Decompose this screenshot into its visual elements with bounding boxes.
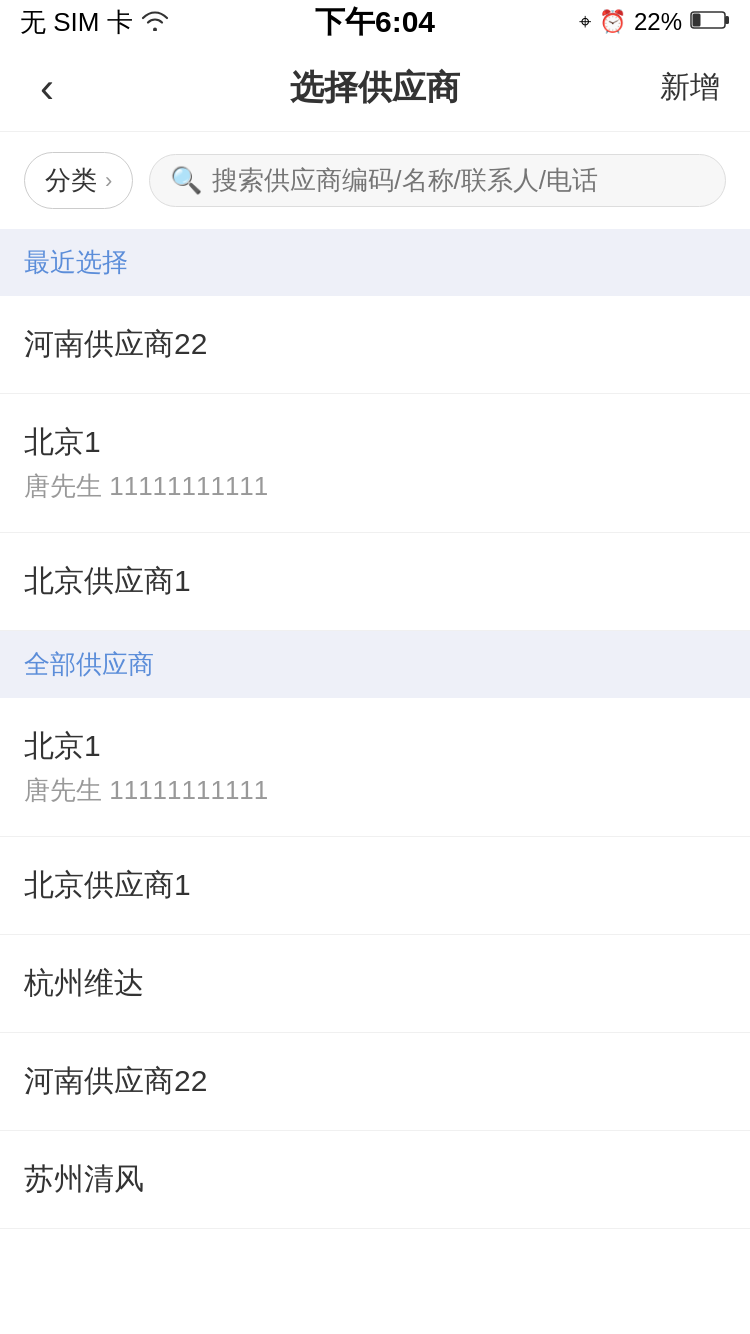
list-item[interactable]: 河南供应商22 bbox=[0, 1033, 750, 1131]
item-name: 河南供应商22 bbox=[24, 324, 726, 365]
svg-rect-2 bbox=[693, 14, 701, 27]
list-item[interactable]: 北京供应商1 bbox=[0, 533, 750, 631]
list-item[interactable]: 杭州维达 bbox=[0, 935, 750, 1033]
svg-rect-1 bbox=[725, 16, 729, 24]
back-button[interactable]: ‹ bbox=[30, 54, 64, 122]
item-name: 北京供应商1 bbox=[24, 865, 726, 906]
recent-section-label: 最近选择 bbox=[24, 247, 128, 277]
alarm-icon: ⏰ bbox=[599, 9, 626, 35]
status-right: ⌖ ⏰ 22% bbox=[579, 8, 730, 36]
chevron-right-icon: › bbox=[105, 168, 112, 194]
list-item[interactable]: 河南供应商22 bbox=[0, 296, 750, 394]
recent-section-header: 最近选择 bbox=[0, 229, 750, 296]
add-button[interactable]: 新增 bbox=[660, 67, 720, 108]
search-icon: 🔍 bbox=[170, 165, 202, 196]
all-list: 北京1 唐先生 11111111111 北京供应商1 杭州维达河南供应商22 苏州清风 bbox=[0, 698, 750, 1229]
item-sub: 唐先生 11111111111 bbox=[24, 469, 726, 504]
list-item[interactable]: 北京供应商1 bbox=[0, 837, 750, 935]
nav-bar: ‹ 选择供应商 新增 bbox=[0, 44, 750, 132]
status-bar: 无 SIM 卡 下午6:04 ⌖ ⏰ 22% bbox=[0, 0, 750, 44]
status-time: 下午6:04 bbox=[315, 2, 435, 43]
battery-text: 22% bbox=[634, 8, 682, 36]
item-name: 北京1 bbox=[24, 422, 726, 463]
location-icon: ⌖ bbox=[579, 9, 591, 35]
item-name: 北京供应商1 bbox=[24, 561, 726, 602]
item-name: 北京1 bbox=[24, 726, 726, 767]
status-left: 无 SIM 卡 bbox=[20, 5, 169, 40]
all-section-header: 全部供应商 bbox=[0, 631, 750, 698]
list-item[interactable]: 北京1 唐先生 11111111111 bbox=[0, 394, 750, 533]
category-button[interactable]: 分类 › bbox=[24, 152, 133, 209]
item-sub: 唐先生 11111111111 bbox=[24, 773, 726, 808]
filter-row: 分类 › 🔍 bbox=[0, 132, 750, 229]
no-sim-text: 无 SIM 卡 bbox=[20, 5, 133, 40]
item-name: 河南供应商22 bbox=[24, 1061, 726, 1102]
item-name: 杭州维达 bbox=[24, 963, 726, 1004]
page-title: 选择供应商 bbox=[290, 65, 460, 111]
search-box[interactable]: 🔍 bbox=[149, 154, 726, 207]
search-input[interactable] bbox=[212, 165, 705, 196]
list-item[interactable]: 北京1 唐先生 11111111111 bbox=[0, 698, 750, 837]
battery-icon bbox=[690, 8, 730, 36]
recent-list: 河南供应商22 北京1 唐先生 11111111111 北京供应商1 bbox=[0, 296, 750, 631]
list-item[interactable]: 苏州清风 bbox=[0, 1131, 750, 1229]
item-name: 苏州清风 bbox=[24, 1159, 726, 1200]
all-section-label: 全部供应商 bbox=[24, 649, 154, 679]
wifi-icon bbox=[141, 7, 169, 38]
category-label: 分类 bbox=[45, 163, 97, 198]
